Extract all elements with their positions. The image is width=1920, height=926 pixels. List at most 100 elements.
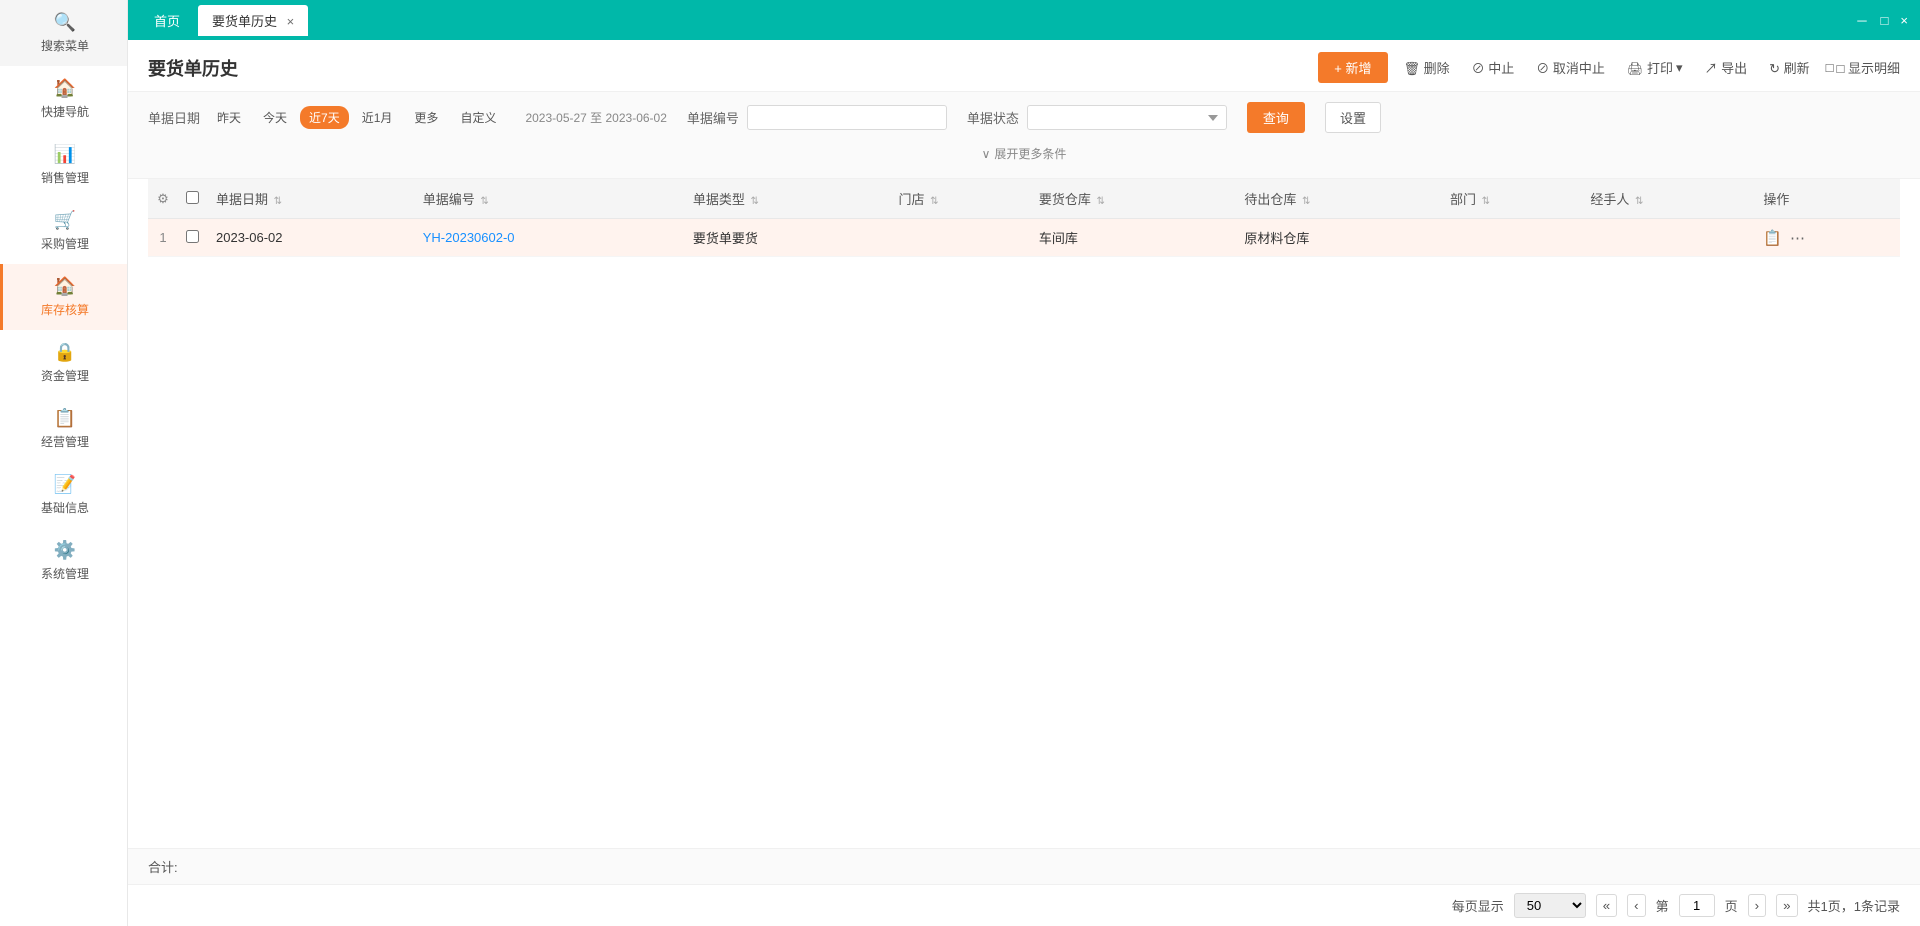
print-button[interactable]: 🖨 打印 ▾ [1621, 54, 1689, 81]
sort-req-wh-icon[interactable]: ⇅ [1096, 196, 1104, 207]
sidebar: 🔍 搜索菜单 🏠 快捷导航 📊 销售管理 🛒 采购管理 🏠 库存核算 🔒 资金管… [0, 0, 128, 926]
window-minimize[interactable]: － [1856, 11, 1869, 30]
tab-close-icon[interactable]: × [287, 14, 295, 29]
col-store: 门店 ⇅ [890, 179, 1030, 219]
tab-active[interactable]: 要货单历史 × [198, 5, 308, 36]
page-header: 要货单历史 + 新增 🗑 删除 ⊘ 中止 ⊘ 取消中止 🖨 打印 ▾ ↗ 导出 … [128, 40, 1920, 92]
row-edit-icon[interactable]: 📋 [1763, 229, 1782, 247]
page-input[interactable] [1679, 894, 1715, 917]
expand-more-btn[interactable]: ∨ 展开更多条件 [148, 139, 1900, 168]
sidebar-item-inventory[interactable]: 🏠 库存核算 [0, 264, 127, 330]
sidebar-item-label: 经营管理 [41, 433, 89, 450]
row-checkbox[interactable] [186, 230, 199, 243]
sidebar-item-sales[interactable]: 📊 销售管理 [0, 132, 127, 198]
sidebar-item-system[interactable]: ⚙️ 系统管理 [0, 528, 127, 594]
order-no-link[interactable]: YH-20230602-0 [423, 230, 515, 245]
order-no-label: 单据编号 [687, 108, 739, 127]
row-order-no[interactable]: YH-20230602-0 [415, 219, 685, 257]
settings-icon[interactable]: ⚙ [157, 191, 169, 206]
sidebar-item-label: 库存核算 [41, 301, 89, 318]
sales-icon: 📊 [54, 144, 76, 165]
order-no-input[interactable] [747, 105, 947, 130]
delete-button[interactable]: 🗑 删除 [1398, 54, 1456, 81]
toolbar: + 新增 🗑 删除 ⊘ 中止 ⊘ 取消中止 🖨 打印 ▾ ↗ 导出 ↻ 刷新 □… [1318, 52, 1900, 83]
table-row: 1 2023-06-02 YH-20230602-0 要货单要货 车间库 原材料… [148, 219, 1900, 257]
col-department: 部门 ⇅ [1442, 179, 1582, 219]
system-icon: ⚙️ [54, 540, 76, 561]
date-btn-1month[interactable]: 近1月 [353, 106, 402, 129]
expand-icon: ∨ [982, 147, 991, 161]
tab-home[interactable]: 首页 [140, 5, 194, 36]
select-all-checkbox[interactable] [186, 191, 199, 204]
row-more-icon[interactable]: ⋯ [1790, 229, 1805, 247]
row-num: 1 [148, 219, 178, 257]
col-pending-warehouse: 待出仓库 ⇅ [1236, 179, 1442, 219]
row-req-warehouse: 车间库 [1031, 219, 1237, 257]
next-page-btn[interactable]: › [1748, 894, 1766, 917]
table-footer: 合计: [128, 848, 1920, 884]
sidebar-item-search[interactable]: 🔍 搜索菜单 [0, 0, 127, 66]
cancel-suspend-button[interactable]: ⊘ 取消中止 [1530, 54, 1611, 81]
query-button[interactable]: 查询 [1247, 102, 1305, 133]
sort-store-icon[interactable]: ⇅ [930, 196, 938, 207]
purchase-icon: 🛒 [54, 210, 76, 231]
sidebar-item-purchase[interactable]: 🛒 采购管理 [0, 198, 127, 264]
display-detail-toggle[interactable]: □ □ 显示明细 [1826, 58, 1900, 77]
page-prefix: 第 [1656, 896, 1669, 915]
status-select[interactable] [1027, 105, 1227, 130]
sidebar-item-label: 快捷导航 [41, 103, 89, 120]
data-table: ⚙ 单据日期 ⇅ 单据编号 ⇅ [148, 179, 1900, 257]
new-button[interactable]: + 新增 [1318, 52, 1387, 83]
first-page-btn[interactable]: « [1596, 894, 1617, 917]
row-department [1442, 219, 1582, 257]
sidebar-item-operations[interactable]: 📋 经营管理 [0, 396, 127, 462]
row-action: 📋 ⋯ [1755, 219, 1900, 257]
row-store [890, 219, 1030, 257]
window-maximize[interactable]: □ [1881, 13, 1889, 28]
date-btn-more[interactable]: 更多 [405, 106, 447, 129]
col-order-no: 单据编号 ⇅ [415, 179, 685, 219]
date-filter-group: 单据日期 昨天 今天 近7天 近1月 更多 自定义 [148, 106, 505, 129]
order-no-filter-group: 单据编号 [687, 105, 947, 130]
date-btn-7days[interactable]: 近7天 [300, 106, 349, 129]
export-button[interactable]: ↗ 导出 [1699, 54, 1754, 81]
sort-pending-wh-icon[interactable]: ⇅ [1302, 196, 1310, 207]
sort-date-icon[interactable]: ⇅ [274, 196, 282, 207]
content: 要货单历史 + 新增 🗑 删除 ⊘ 中止 ⊘ 取消中止 🖨 打印 ▾ ↗ 导出 … [128, 40, 1920, 926]
col-handler: 经手人 ⇅ [1582, 179, 1755, 219]
col-settings[interactable]: ⚙ [148, 179, 178, 219]
settings-button[interactable]: 设置 [1325, 102, 1381, 133]
sidebar-item-label: 资金管理 [41, 367, 89, 384]
sidebar-item-finance[interactable]: 🔒 资金管理 [0, 330, 127, 396]
sort-order-type-icon[interactable]: ⇅ [751, 196, 759, 207]
sidebar-item-label: 系统管理 [41, 565, 89, 582]
sort-order-no-icon[interactable]: ⇅ [480, 196, 488, 207]
sidebar-item-label: 基础信息 [41, 499, 89, 516]
search-icon: 🔍 [54, 12, 76, 33]
sidebar-item-quick-nav[interactable]: 🏠 快捷导航 [0, 66, 127, 132]
sidebar-item-basic[interactable]: 📝 基础信息 [0, 462, 127, 528]
date-btn-today[interactable]: 今天 [254, 106, 296, 129]
date-btn-yesterday[interactable]: 昨天 [208, 106, 250, 129]
home-icon: 🏠 [54, 78, 76, 99]
row-pending-warehouse: 原材料仓库 [1236, 219, 1442, 257]
col-date: 单据日期 ⇅ [208, 179, 415, 219]
row-checkbox-cell[interactable] [178, 219, 208, 257]
page-suffix: 页 [1725, 896, 1738, 915]
date-btn-custom[interactable]: 自定义 [451, 106, 505, 129]
suspend-button[interactable]: ⊘ 中止 [1466, 54, 1521, 81]
sort-handler-icon[interactable]: ⇅ [1635, 196, 1643, 207]
topbar-right: － □ × [1856, 11, 1908, 30]
topbar: 首页 要货单历史 × － □ × [128, 0, 1920, 40]
window-close[interactable]: × [1900, 13, 1908, 28]
action-cell: 📋 ⋯ [1763, 229, 1892, 247]
col-checkbox[interactable] [178, 179, 208, 219]
date-btn-group: 昨天 今天 近7天 近1月 更多 自定义 [208, 106, 505, 129]
refresh-button[interactable]: ↻ 刷新 [1763, 54, 1816, 81]
last-page-btn[interactable]: » [1776, 894, 1797, 917]
per-page-select[interactable]: 50 10 20 100 [1514, 893, 1586, 918]
status-filter-group: 单据状态 [967, 105, 1227, 130]
sort-dept-icon[interactable]: ⇅ [1482, 196, 1490, 207]
col-req-warehouse: 要货仓库 ⇅ [1031, 179, 1237, 219]
prev-page-btn[interactable]: ‹ [1627, 894, 1645, 917]
